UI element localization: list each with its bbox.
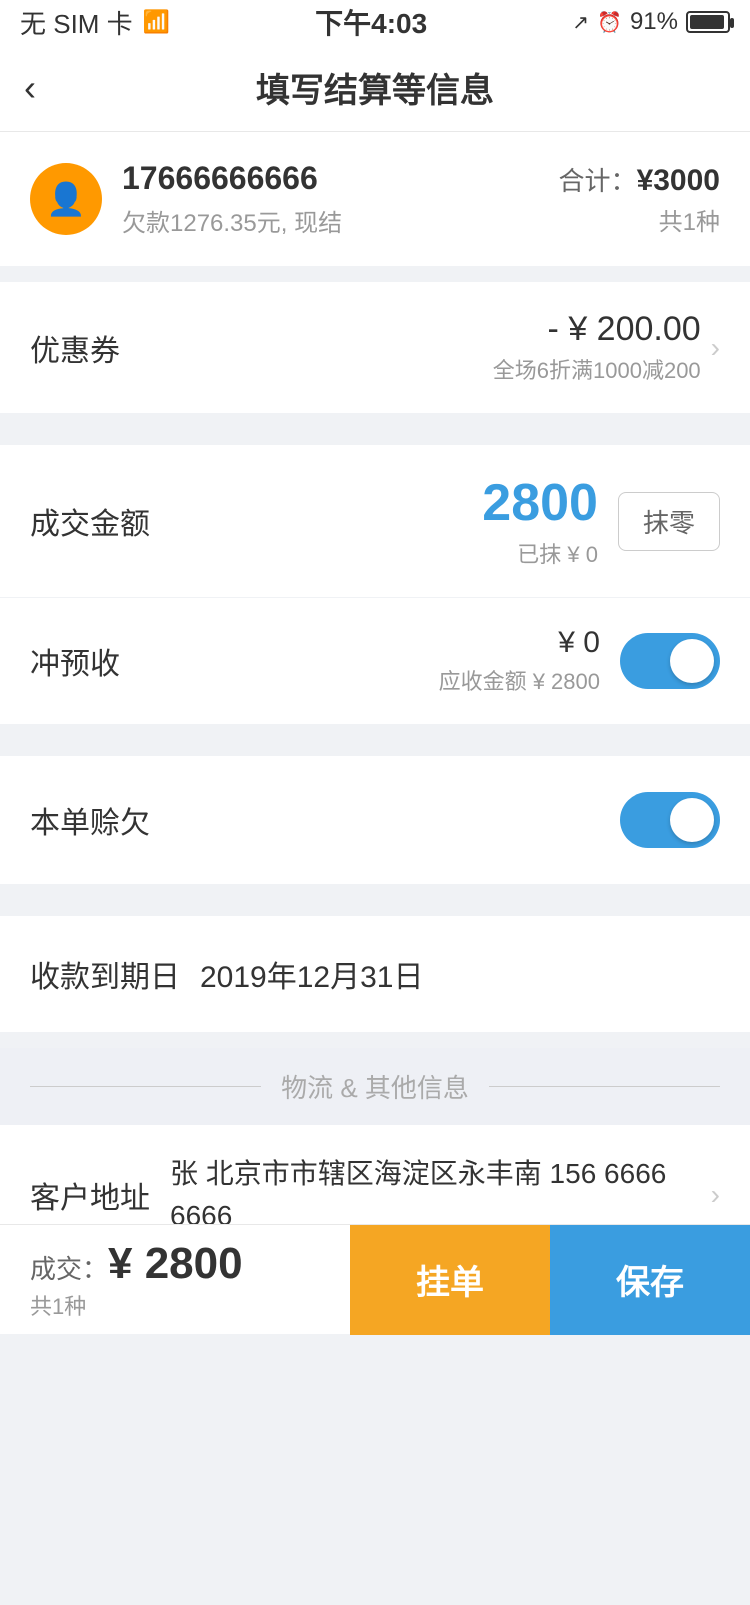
status-time: 下午4:03 (315, 2, 427, 42)
address-label: 客户地址 (30, 1173, 150, 1217)
prereceive-receivable: 应收金额 ¥ 2800 (439, 664, 600, 696)
debt-row: 本单赊欠 (0, 756, 750, 884)
prereceive-toggle[interactable] (620, 633, 720, 689)
debt-label: 本单赊欠 (30, 798, 150, 842)
amount-sub: 已抹 ¥ 0 (482, 537, 598, 569)
coupon-desc: 全场6折满1000减200 (493, 353, 701, 385)
coupon-row[interactable]: 优惠券 - ¥ 200.00 全场6折满1000减200 › (0, 282, 750, 413)
logistics-line-left (30, 1086, 261, 1087)
address-chevron-icon: › (711, 1179, 720, 1211)
debt-section: 本单赊欠 (0, 756, 750, 884)
debt-toggle[interactable] (620, 792, 720, 848)
coupon-chevron-icon: › (711, 332, 720, 364)
wifi-icon: 📶 (143, 9, 170, 35)
battery-percentage: 91% (630, 8, 678, 36)
prereceive-label: 冲预收 (30, 639, 120, 683)
save-button[interactable]: 保存 (550, 1225, 750, 1335)
logistics-text: 物流 & 其他信息 (281, 1068, 469, 1105)
prereceive-value: ¥ 0 应收金额 ¥ 2800 (439, 626, 600, 696)
user-debt: 欠款1276.35元, 现结 (122, 203, 342, 238)
logistics-divider: 物流 & 其他信息 (0, 1048, 750, 1125)
amount-right: 2800 已抹 ¥ 0 抹零 (482, 473, 720, 569)
divider-4 (0, 884, 750, 900)
bottom-deal-row: 成交：¥ 2800 (30, 1239, 320, 1289)
user-phone: 17666666666 (122, 160, 342, 197)
back-button[interactable]: ‹ (24, 67, 36, 109)
divider-2 (0, 413, 750, 429)
bottom-count: 共1种 (30, 1289, 320, 1321)
status-bar: 无 SIM 卡 📶 下午4:03 ↗ ⏰ 91% (0, 0, 750, 44)
total-amount: ¥3000 (637, 164, 720, 197)
divider-3 (0, 724, 750, 740)
avatar-icon: 👤 (46, 180, 86, 218)
status-left: 无 SIM 卡 📶 (20, 4, 170, 41)
prereceive-amount: ¥ 0 (439, 626, 600, 660)
prereceive-row: 冲预收 ¥ 0 应收金额 ¥ 2800 (0, 597, 750, 724)
alarm-icon: ⏰ (597, 10, 622, 35)
avatar: 👤 (30, 163, 102, 235)
location-icon: ↗ (572, 10, 589, 35)
duedate-row: 收款到期日 2019年12月31日 (0, 916, 750, 1032)
amount-section: 成交金额 2800 已抹 ¥ 0 抹零 冲预收 ¥ 0 应收金额 ¥ 2800 (0, 445, 750, 724)
user-info: 17666666666 欠款1276.35元, 现结 (122, 160, 342, 238)
nav-bar: ‹ 填写结算等信息 (0, 44, 750, 132)
amount-value: 2800 (482, 473, 598, 533)
content: 👤 17666666666 欠款1276.35元, 现结 合计：¥3000 共1… (0, 132, 750, 1605)
carrier-text: 无 SIM 卡 (20, 4, 133, 41)
bottom-left: 成交：¥ 2800 共1种 (0, 1239, 350, 1321)
total-label: 合计： (559, 166, 637, 196)
duedate-section: 收款到期日 2019年12月31日 (0, 916, 750, 1032)
coupon-info: - ¥ 200.00 全场6折满1000减200 (493, 310, 701, 385)
total-label-amount: 合计：¥3000 (559, 161, 720, 198)
total-count: 共1种 (559, 202, 720, 237)
page-title: 填写结算等信息 (256, 63, 494, 112)
divider-1 (0, 266, 750, 282)
user-right: 合计：¥3000 共1种 (559, 161, 720, 237)
coupon-discount: - ¥ 200.00 (493, 310, 701, 349)
user-left: 👤 17666666666 欠款1276.35元, 现结 (30, 160, 342, 238)
coupon-right: - ¥ 200.00 全场6折满1000减200 › (493, 310, 720, 385)
bottom-deal-label: 成交： (30, 1254, 108, 1284)
amount-row: 成交金额 2800 已抹 ¥ 0 抹零 (0, 445, 750, 597)
user-card: 👤 17666666666 欠款1276.35元, 现结 合计：¥3000 共1… (0, 132, 750, 266)
coupon-label: 优惠券 (30, 326, 120, 370)
amount-label: 成交金额 (30, 499, 150, 543)
bottom-bar: 成交：¥ 2800 共1种 挂单 保存 (0, 1224, 750, 1334)
round-button[interactable]: 抹零 (618, 492, 720, 551)
battery-icon (686, 11, 730, 33)
amount-value-group: 2800 已抹 ¥ 0 (482, 473, 598, 569)
prereceive-right: ¥ 0 应收金额 ¥ 2800 (439, 626, 720, 696)
duedate-value: 2019年12月31日 (200, 952, 423, 996)
hold-button[interactable]: 挂单 (350, 1225, 550, 1335)
bottom-deal-amount: ¥ 2800 (108, 1239, 243, 1288)
logistics-line-right (489, 1086, 720, 1087)
status-right: ↗ ⏰ 91% (572, 8, 730, 36)
duedate-label: 收款到期日 (30, 952, 180, 996)
